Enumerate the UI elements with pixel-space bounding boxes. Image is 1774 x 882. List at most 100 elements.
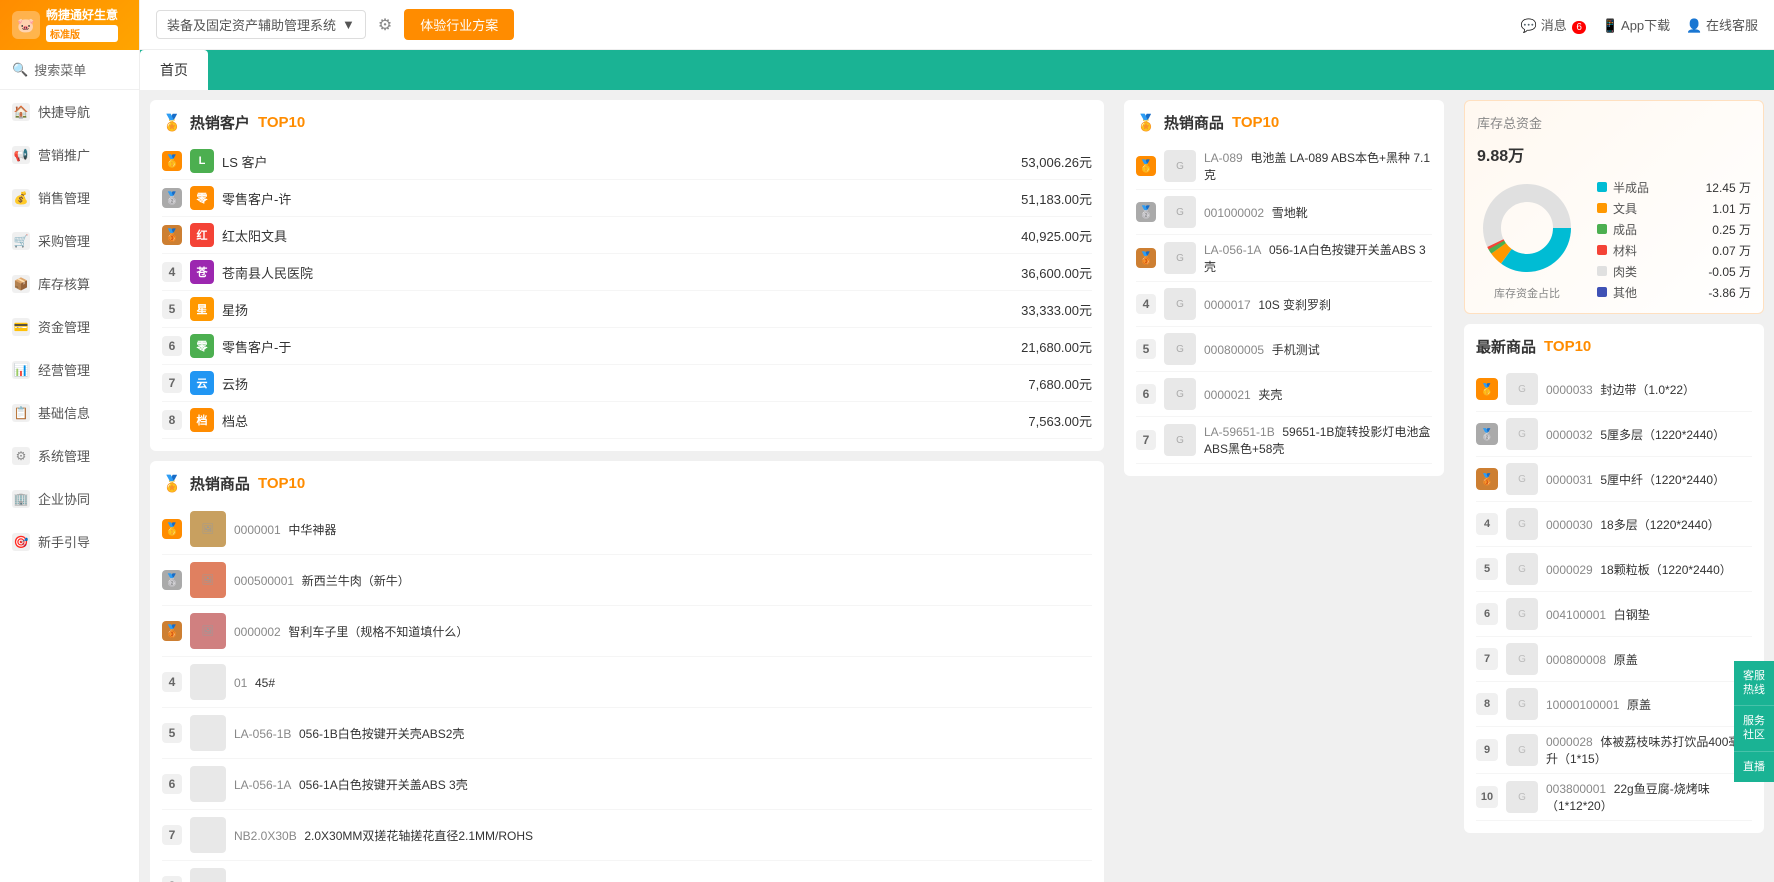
hot-right-medal-icon: 🏅 [1136, 113, 1156, 133]
new-product-img: G [1506, 688, 1538, 720]
new-rank-number: 🥈 [1476, 423, 1498, 445]
rank-value: 33,333.00元 [1021, 300, 1092, 319]
hot-title-label: 热销商品 [190, 473, 250, 494]
app-download-btn[interactable]: 📱 App下载 [1602, 15, 1670, 34]
sidebar-item-sales[interactable]: 💰 销售管理 [0, 176, 139, 219]
sidebar-item-label: 新手引导 [38, 532, 90, 551]
new-product-name: 原盖 [1614, 653, 1638, 667]
sidebar-item-label: 销售管理 [38, 188, 90, 207]
legend-value: 12.45 万 [1706, 179, 1751, 196]
float-btn-service[interactable]: 客服热线 [1734, 661, 1774, 707]
new-rank-number: 6 [1476, 603, 1498, 625]
product-item: 🥈 G 001000002 雪地靴 [1136, 190, 1432, 235]
online-service-btn[interactable]: 👤 在线客服 [1686, 15, 1758, 34]
sidebar-item-purchase[interactable]: 🛒 采购管理 [0, 219, 139, 262]
rank-avatar: 星 [190, 297, 214, 321]
hot-product-name: 新西兰牛肉（新牛） [302, 574, 410, 588]
new-product-info: 0000033 封边带（1.0*22） [1546, 381, 1695, 398]
float-btn-community[interactable]: 服务社区 [1734, 706, 1774, 752]
sidebar-item-home[interactable]: 🏠 快捷导航 [0, 90, 139, 133]
sidebar-item-label: 营销推广 [38, 145, 90, 164]
rank-name: 零售客户-于 [222, 337, 1013, 356]
hot-item: 🥉 🖼 0000002 智利车子里（规格不知道填什么） [162, 606, 1092, 657]
home-icon: 🏠 [12, 103, 30, 121]
sidebar-item-inventory[interactable]: 📦 库存核算 [0, 262, 139, 305]
sidebar-item-basic[interactable]: 📋 基础信息 [0, 391, 139, 434]
product-info: 0000021 夹壳 [1204, 386, 1282, 403]
sidebar-logo: 🐷 畅捷通好生意 标准版 [0, 0, 139, 50]
system-title: 装备及固定资产辅助管理系统 [167, 15, 336, 34]
new-product-info: 0000029 18颗粒板（1220*2440） [1546, 561, 1732, 578]
legend-name: 半成品 [1613, 179, 1649, 196]
new-product-info: 0000030 18多层（1220*2440） [1546, 516, 1720, 533]
new-rank-number: 5 [1476, 558, 1498, 580]
legend-dot [1597, 245, 1607, 255]
settings-icon[interactable]: ⚙ [378, 15, 392, 35]
new-product-info: 0000031 5厘中纤（1220*2440） [1546, 471, 1725, 488]
legend-value: 0.25 万 [1712, 221, 1751, 238]
hot-product-name: 056-1A白色按键开关盖ABS 3壳 [299, 778, 468, 792]
rank-avatar: 苍 [190, 260, 214, 284]
new-product-item: 7 G 000800008 原盖 [1476, 637, 1752, 682]
sidebar-item-enterprise[interactable]: 🏢 企业协同 [0, 477, 139, 520]
rank-value: 40,925.00元 [1021, 226, 1092, 245]
donut-chart [1477, 178, 1577, 278]
new-product-info: 0000032 5厘多层（1220*2440） [1546, 426, 1725, 443]
new-product-img: G [1506, 781, 1538, 813]
hot-item: 7 NB2.0X30B 2.0X30MM双搓花轴搓花直径2.1MM/ROHS [162, 810, 1092, 861]
inventory-icon: 📦 [12, 275, 30, 293]
product-info: 0000017 10S 变刹罗刹 [1204, 296, 1331, 313]
product-item: 4 G 0000017 10S 变刹罗刹 [1136, 282, 1432, 327]
new-product-name: 封边带（1.0*22） [1600, 383, 1695, 397]
hot-right-product-list: 🥇 G LA-089 电池盖 LA-089 ABS本色+黑种 7.1克 🥈 G … [1136, 143, 1432, 464]
hot-product-name: 45# [255, 676, 275, 690]
message-btn[interactable]: 💬 消息 6 [1521, 15, 1586, 34]
hot-rank-number: 7 [162, 825, 182, 845]
product-item: 7 G LA-59651-1B 59651-1B旋转投影灯电池盒ABS黑色+58… [1136, 417, 1432, 464]
search-icon: 🔍 [12, 62, 28, 78]
sidebar-item-guide[interactable]: 🎯 新手引导 [0, 520, 139, 563]
new-product-code: 0000028 [1546, 735, 1593, 749]
rank-name: 红太阳文具 [222, 226, 1013, 245]
purchase-icon: 🛒 [12, 232, 30, 250]
product-info: 000800005 手机测试 [1204, 341, 1320, 358]
sales-title-label: 热销客户 [190, 112, 250, 133]
product-info: LA-056-1A 056-1A白色按键开关盖ABS 3壳 [1204, 241, 1432, 275]
hot-product-img [190, 868, 226, 882]
hot-medal-icon: 🏅 [162, 474, 182, 494]
search-menu[interactable]: 🔍 搜索菜单 [0, 50, 139, 90]
legend-dot [1597, 287, 1607, 297]
sidebar-item-marketing[interactable]: 📢 营销推广 [0, 133, 139, 176]
mid-panel: 🏅 热销商品 TOP10 🥇 G LA-089 电池盖 LA-089 ABS本色… [1114, 90, 1454, 882]
sidebar-item-system[interactable]: ⚙ 系统管理 [0, 434, 139, 477]
search-label: 搜索菜单 [34, 60, 86, 79]
sidebar-item-finance[interactable]: 💳 资金管理 [0, 305, 139, 348]
logo-name: 畅捷通好生意 [46, 8, 118, 24]
product-rank-number: 7 [1136, 430, 1156, 450]
new-product-img: G [1506, 553, 1538, 585]
system-selector[interactable]: 装备及固定资产辅助管理系统 ▼ [156, 10, 366, 39]
new-product-info: 003800001 22g鱼豆腐-烧烤味（1*12*20） [1546, 780, 1752, 814]
legend-value: -0.05 万 [1708, 263, 1751, 280]
rank-name: 星扬 [222, 300, 1013, 319]
product-img: G [1164, 333, 1196, 365]
new-product-code: 0000029 [1546, 563, 1593, 577]
product-rank-number: 6 [1136, 384, 1156, 404]
new-product-code: 0000031 [1546, 473, 1593, 487]
logo-icon: 🐷 [12, 11, 40, 39]
sidebar-item-operation[interactable]: 📊 经营管理 [0, 348, 139, 391]
marketing-icon: 📢 [12, 146, 30, 164]
sales-icon: 💰 [12, 189, 30, 207]
float-btn-live[interactable]: 直播 [1734, 752, 1774, 782]
hot-product-code: 0000002 [234, 625, 281, 639]
sidebar-item-label: 库存核算 [38, 274, 90, 293]
legend-dot [1597, 224, 1607, 234]
tab-home[interactable]: 首页 [140, 50, 208, 90]
sales-rank-list: 🥇 L LS 客户 53,006.26元 🥈 零 零售客户-许 51,183.0… [162, 143, 1092, 439]
rank-item: 4 苍 苍南县人民医院 36,600.00元 [162, 254, 1092, 291]
trial-button[interactable]: 体验行业方案 [404, 9, 514, 40]
hot-product-img [190, 817, 226, 853]
hot-product-name: 2.0X30MM双搓花轴搓花直径2.1MM/ROHS [304, 829, 533, 843]
new-product-img: G [1506, 734, 1538, 766]
enterprise-icon: 🏢 [12, 490, 30, 508]
